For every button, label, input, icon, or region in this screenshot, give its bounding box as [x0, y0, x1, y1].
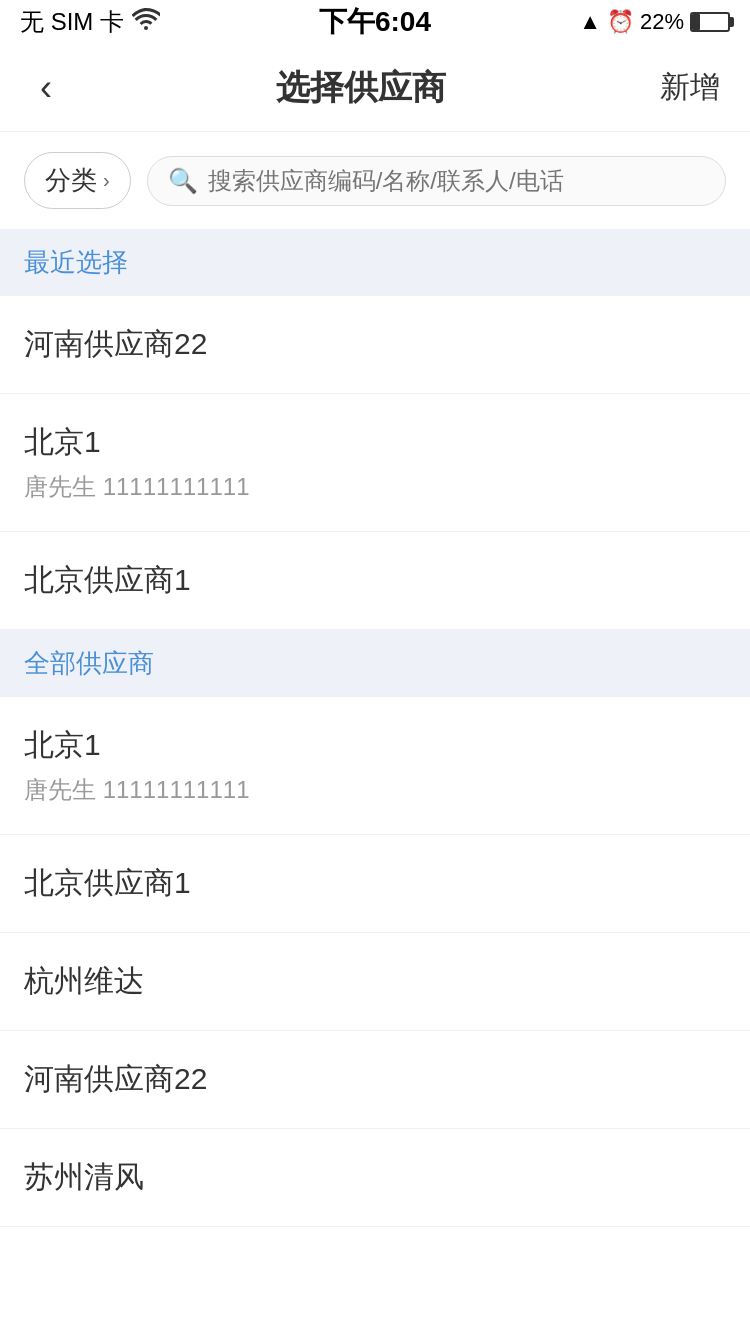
status-right: ▲ ⏰ 22%	[579, 9, 730, 35]
category-label: 分类	[45, 163, 97, 198]
all-list: 北京1 唐先生 11111111111 北京供应商1 杭州维达 河南供应商22 …	[0, 697, 750, 1227]
status-bar: 无 SIM 卡 下午6:04 ▲ ⏰ 22%	[0, 0, 750, 44]
list-item[interactable]: 苏州清风	[0, 1129, 750, 1227]
list-item[interactable]: 河南供应商22	[0, 296, 750, 394]
list-item[interactable]: 杭州维达	[0, 933, 750, 1031]
list-item[interactable]: 北京供应商1	[0, 532, 750, 630]
search-input[interactable]	[208, 167, 705, 195]
recent-list: 河南供应商22 北京1 唐先生 11111111111 北京供应商1	[0, 296, 750, 630]
recent-section-header: 最近选择	[0, 229, 750, 296]
battery-icon	[690, 12, 730, 32]
list-item[interactable]: 河南供应商22	[0, 1031, 750, 1129]
battery-label: 22%	[640, 9, 684, 35]
page-title: 选择供应商	[276, 65, 446, 111]
chevron-right-icon: ›	[103, 169, 110, 192]
all-section-header: 全部供应商	[0, 630, 750, 697]
wifi-icon	[132, 8, 160, 36]
status-left: 无 SIM 卡	[20, 6, 160, 38]
category-button[interactable]: 分类 ›	[24, 152, 131, 209]
carrier-label: 无 SIM 卡	[20, 6, 124, 38]
search-icon: 🔍	[168, 167, 198, 195]
filter-bar: 分类 › 🔍	[0, 132, 750, 229]
search-box[interactable]: 🔍	[147, 156, 726, 206]
nav-bar: ‹ 选择供应商 新增	[0, 44, 750, 132]
list-item[interactable]: 北京1 唐先生 11111111111	[0, 697, 750, 835]
alarm-icon: ⏰	[607, 9, 634, 35]
list-item[interactable]: 北京1 唐先生 11111111111	[0, 394, 750, 532]
location-icon: ▲	[579, 9, 601, 35]
status-time: 下午6:04	[319, 3, 431, 41]
list-item[interactable]: 北京供应商1	[0, 835, 750, 933]
add-button[interactable]: 新增	[660, 67, 720, 108]
back-button[interactable]: ‹	[30, 57, 62, 119]
